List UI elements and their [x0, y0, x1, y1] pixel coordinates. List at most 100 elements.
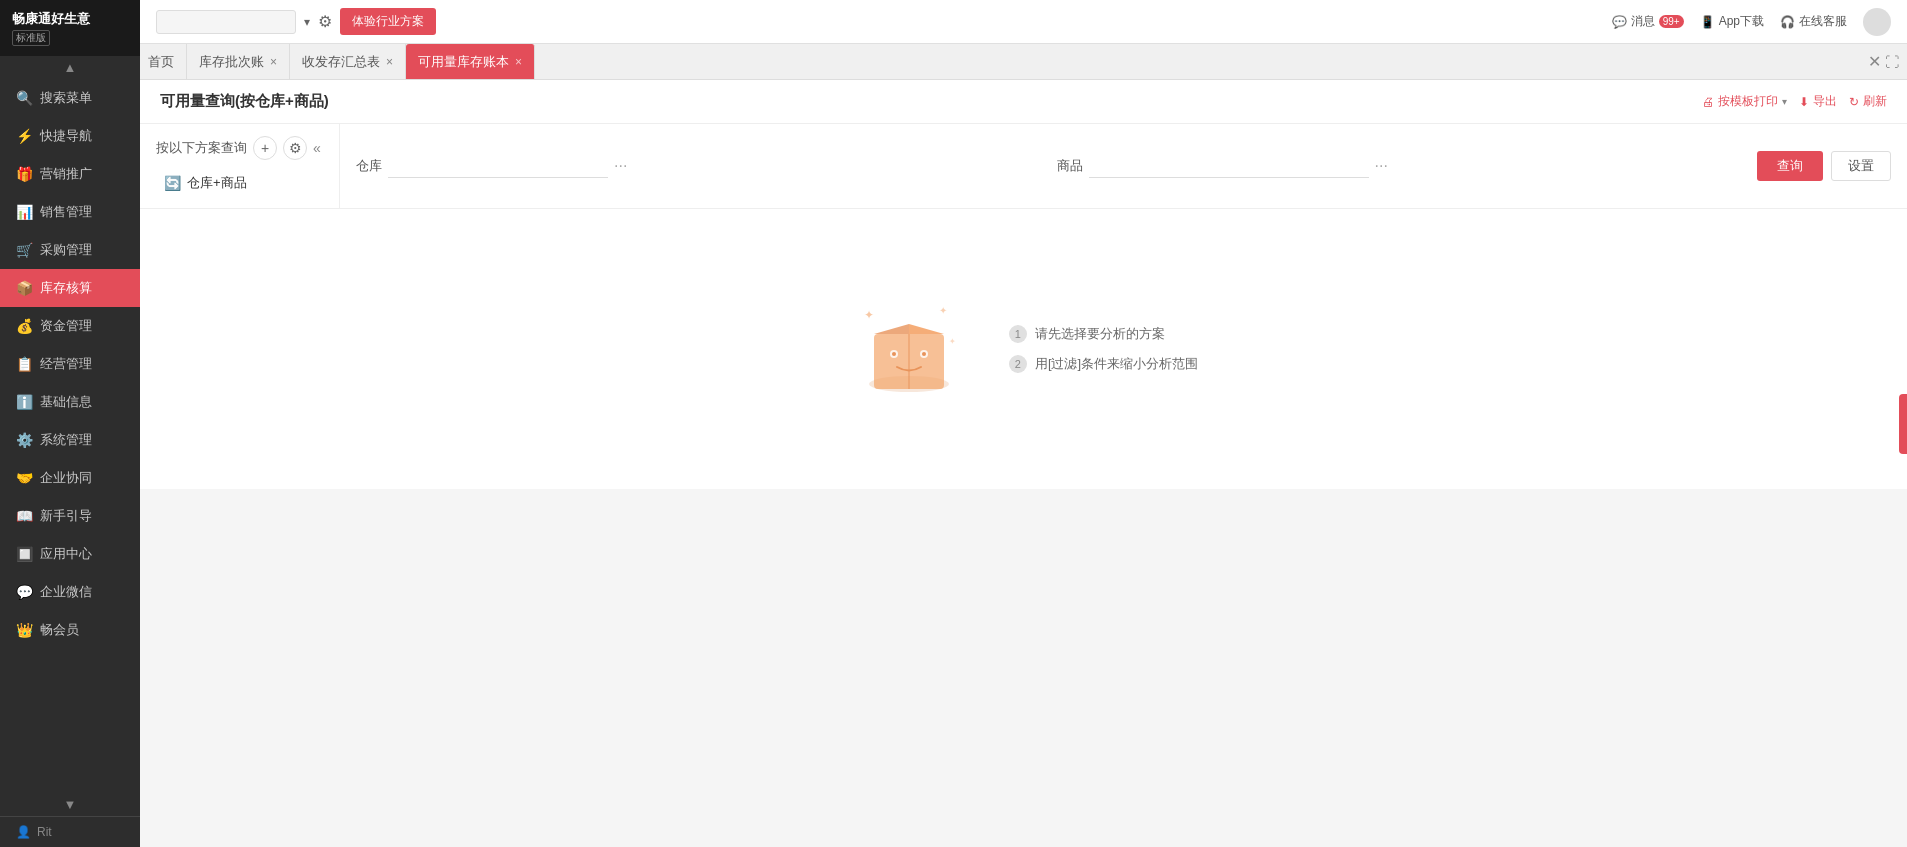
sidebar-item-enterprise[interactable]: 🤝 企业协同 [0, 459, 140, 497]
sidebar-item-wechat[interactable]: 💬 企业微信 [0, 573, 140, 611]
tabbar: 首页 库存批次账 × 收发存汇总表 × 可用量库存账本 × ✕ ⛶ [140, 44, 1907, 80]
tabbar-expand-button[interactable]: ⛶ [1885, 54, 1899, 70]
sidebar-items: 🔍 搜索菜单 ⚡ 快捷导航 🎁 营销推广 📊 销售管理 🛒 采购管理 📦 库存核… [0, 79, 140, 793]
topbar-search-input[interactable] [156, 10, 296, 34]
refresh-button[interactable]: ↻ 刷新 [1849, 93, 1887, 110]
system-icon: ⚙️ [16, 432, 32, 448]
filter-query-row: 按以下方案查询 + ⚙ « 🔄 仓库+商品 [140, 124, 1907, 209]
app-download-button[interactable]: 📱 App下载 [1700, 13, 1764, 30]
sidebar-item-marketing[interactable]: 🎁 营销推广 [0, 155, 140, 193]
warehouse-more-icon: ··· [614, 157, 627, 174]
svg-point-8 [922, 352, 926, 356]
scheme-warehouse-product[interactable]: 🔄 仓库+商品 [156, 170, 327, 196]
sidebar-item-finance[interactable]: 💰 资金管理 [0, 307, 140, 345]
sidebar-item-newbie[interactable]: 📖 新手引导 [0, 497, 140, 535]
sidebar-item-label: 销售管理 [40, 203, 92, 221]
sidebar-item-operations[interactable]: 📋 经营管理 [0, 345, 140, 383]
filter-add-button[interactable]: + [253, 136, 277, 160]
export-button[interactable]: ⬇ 导出 [1799, 93, 1837, 110]
wechat-icon: 💬 [16, 584, 32, 600]
sidebar-item-inventory[interactable]: 📦 库存核算 [0, 269, 140, 307]
tip-text-2: 用[过滤]条件来缩小分析范围 [1035, 355, 1198, 373]
online-service-button[interactable]: 🎧 在线客服 [1780, 13, 1847, 30]
empty-box-svg: ✦ ✦ ✦ [849, 289, 969, 409]
trial-industry-button[interactable]: 体验行业方案 [340, 8, 436, 35]
filter-panel: 按以下方案查询 + ⚙ « 🔄 仓库+商品 [140, 124, 340, 208]
sidebar-item-app-center[interactable]: 🔲 应用中心 [0, 535, 140, 573]
tab-receipt-summary[interactable]: 收发存汇总表 × [290, 44, 406, 79]
sidebar-item-system[interactable]: ⚙️ 系统管理 [0, 421, 140, 459]
message-badge: 99+ [1659, 15, 1684, 28]
export-label: 导出 [1813, 93, 1837, 110]
page-header-actions: 🖨 按模板打印 ▾ ⬇ 导出 ↻ 刷新 [1702, 93, 1887, 110]
sidebar-item-label: 库存核算 [40, 279, 92, 297]
sidebar-scroll-up[interactable]: ▲ [0, 56, 140, 79]
product-more-button[interactable]: ··· [1375, 157, 1388, 175]
operations-icon: 📋 [16, 356, 32, 372]
sidebar-item-label: 快捷导航 [40, 127, 92, 145]
member-icon: 👑 [16, 622, 32, 638]
filter-collapse-button[interactable]: « [313, 140, 321, 156]
tab-batch-account[interactable]: 库存批次账 × [187, 44, 290, 79]
refresh-label: 刷新 [1863, 93, 1887, 110]
scheme-icon: 🔄 [164, 175, 181, 191]
sidebar-item-label: 新手引导 [40, 507, 92, 525]
sidebar-item-label: 企业协同 [40, 469, 92, 487]
tab-home[interactable]: 首页 [148, 44, 187, 79]
topbar-gear-button[interactable]: ⚙ [318, 12, 332, 31]
app-name: 畅康通好生意 [12, 10, 128, 28]
collapse-icon: « [313, 140, 321, 156]
sidebar-item-label: 企业微信 [40, 583, 92, 601]
basic-icon: ℹ️ [16, 394, 32, 410]
template-print-label: 按模板打印 [1718, 93, 1778, 110]
topbar-dropdown-button[interactable]: ▾ [304, 15, 310, 29]
sidebar-item-purchase[interactable]: 🛒 采购管理 [0, 231, 140, 269]
avatar[interactable] [1863, 8, 1891, 36]
tab-available-stock-close[interactable]: × [515, 56, 522, 68]
query-button[interactable]: 查询 [1757, 151, 1823, 181]
tab-available-stock[interactable]: 可用量库存账本 × [406, 44, 535, 79]
warehouse-label: 仓库 [356, 157, 382, 175]
product-field: 商品 ··· [1057, 154, 1746, 178]
refresh-icon: ↻ [1849, 95, 1859, 109]
message-button[interactable]: 💬 消息 99+ [1612, 13, 1684, 30]
filter-settings-button[interactable]: ⚙ [283, 136, 307, 160]
main-area: ▾ ⚙ 体验行业方案 💬 消息 99+ 📱 App下载 🎧 在线客服 首页 [140, 0, 1907, 847]
sidebar-item-quick-nav[interactable]: ⚡ 快捷导航 [0, 117, 140, 155]
tab-batch-account-label: 库存批次账 [199, 53, 264, 71]
tab-home-label: 首页 [148, 53, 174, 71]
empty-illustration: ✦ ✦ ✦ [849, 289, 969, 409]
sidebar-scroll-down[interactable]: ▼ [0, 793, 140, 816]
printer-icon: 🖨 [1702, 95, 1714, 109]
sidebar-item-label: 经营管理 [40, 355, 92, 373]
sidebar-footer: 👤 Rit [0, 816, 140, 847]
right-scroll-handle[interactable] [1899, 394, 1907, 454]
topbar-right: 💬 消息 99+ 📱 App下载 🎧 在线客服 [1612, 8, 1891, 36]
svg-text:✦: ✦ [949, 337, 956, 346]
product-input[interactable] [1089, 154, 1369, 178]
sidebar-item-basic[interactable]: ℹ️ 基础信息 [0, 383, 140, 421]
tip-number-2: 2 [1009, 355, 1027, 373]
tab-batch-account-close[interactable]: × [270, 56, 277, 68]
template-print-button[interactable]: 🖨 按模板打印 ▾ [1702, 93, 1787, 110]
tip-text-1: 请先选择要分析的方案 [1035, 325, 1165, 343]
inventory-icon: 📦 [16, 280, 32, 296]
filter-label: 按以下方案查询 [156, 139, 247, 157]
app-download-label: App下载 [1719, 13, 1764, 30]
topbar: ▾ ⚙ 体验行业方案 💬 消息 99+ 📱 App下载 🎧 在线客服 [140, 0, 1907, 44]
warehouse-input[interactable] [388, 154, 608, 178]
product-label: 商品 [1057, 157, 1083, 175]
settings-button[interactable]: 设置 [1831, 151, 1891, 181]
sidebar-item-member[interactable]: 👑 畅会员 [0, 611, 140, 649]
add-icon: + [261, 140, 269, 156]
export-icon: ⬇ [1799, 95, 1809, 109]
sidebar-item-sales[interactable]: 📊 销售管理 [0, 193, 140, 231]
warehouse-more-button[interactable]: ··· [614, 157, 627, 175]
svg-marker-2 [874, 324, 909, 334]
tab-receipt-summary-close[interactable]: × [386, 56, 393, 68]
tabbar-close-all-button[interactable]: ✕ [1868, 52, 1881, 71]
sidebar-item-search[interactable]: 🔍 搜索菜单 [0, 79, 140, 117]
quick-nav-icon: ⚡ [16, 128, 32, 144]
newbie-icon: 📖 [16, 508, 32, 524]
online-service-label: 在线客服 [1799, 13, 1847, 30]
